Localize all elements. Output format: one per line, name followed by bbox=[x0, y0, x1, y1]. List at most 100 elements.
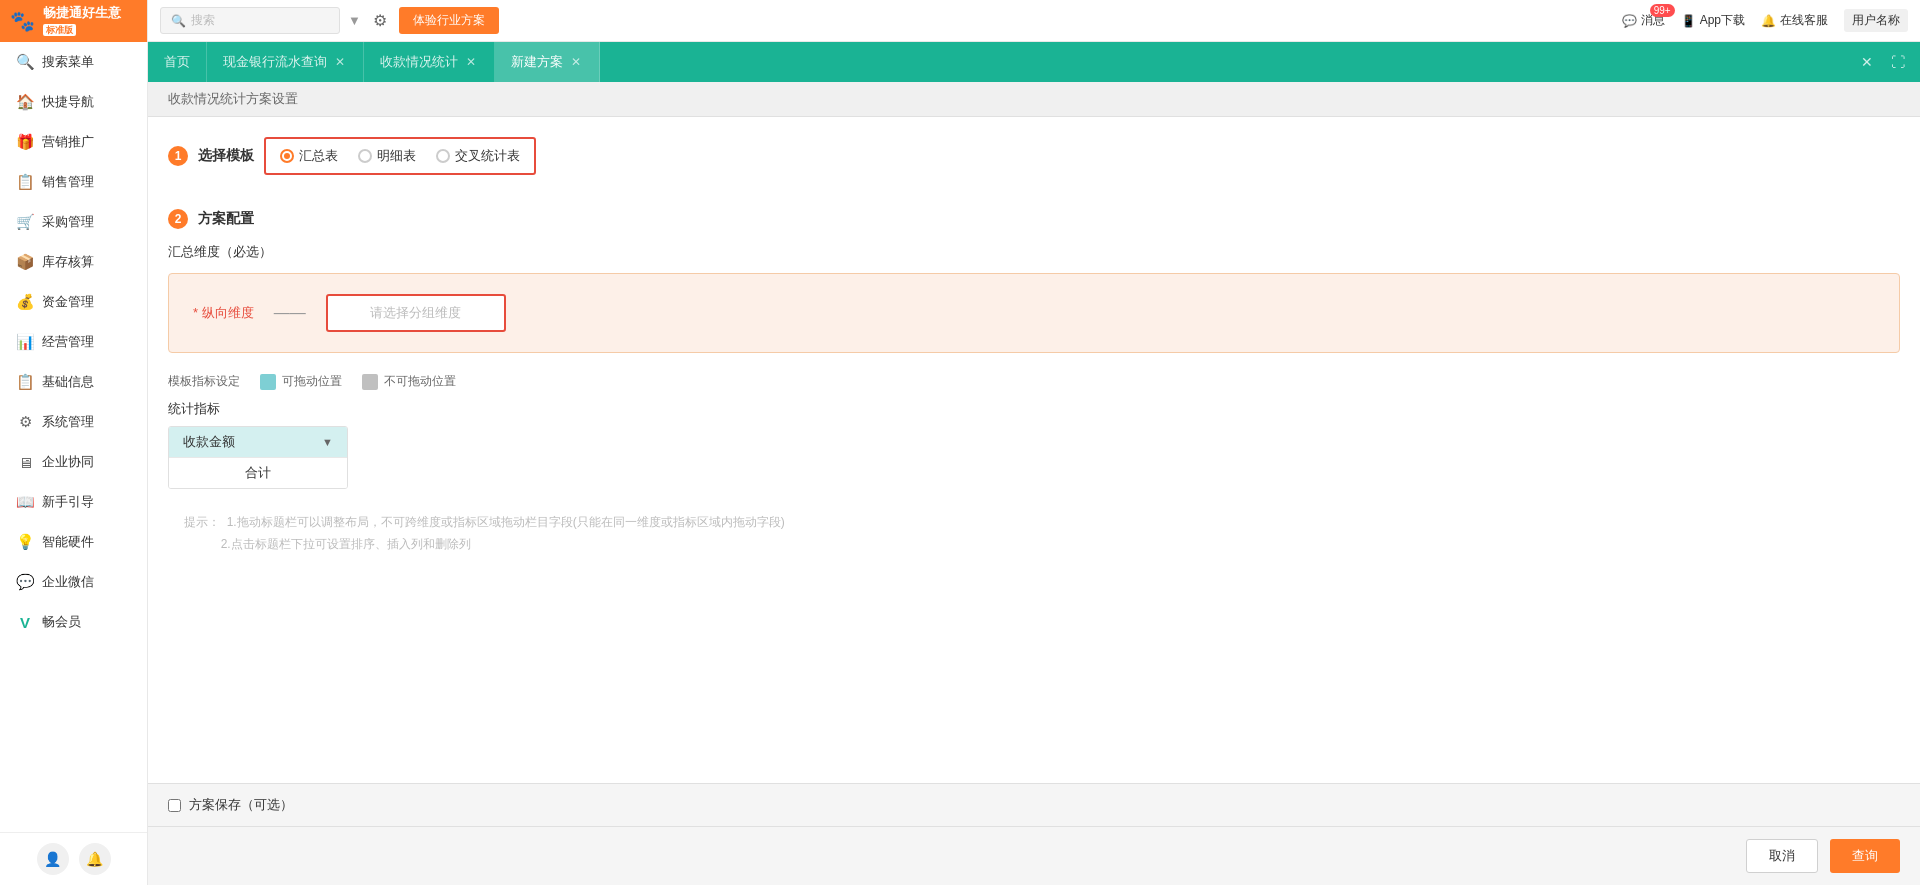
dimension-placeholder: 请选择分组维度 bbox=[370, 305, 461, 320]
sidebar-item-system[interactable]: ⚙ 系统管理 bbox=[0, 402, 147, 442]
settings-icon[interactable]: ⚙ bbox=[369, 7, 391, 34]
smart-hw-icon: 💡 bbox=[16, 533, 34, 551]
message-item[interactable]: 💬 消息 99+ bbox=[1622, 12, 1665, 29]
main-area: 🔍 搜索 ▼ ⚙ 体验行业方案 💬 消息 99+ 📱 App下载 🔔 在线客服 … bbox=[148, 0, 1920, 885]
sidebar-item-search-menu[interactable]: 🔍 搜索菜单 bbox=[0, 42, 147, 82]
tab-cash-bank-close[interactable]: ✕ bbox=[333, 55, 347, 69]
operations-icon: 📊 bbox=[16, 333, 34, 351]
radio-cross[interactable]: 交叉统计表 bbox=[436, 147, 520, 165]
cancel-button[interactable]: 取消 bbox=[1746, 839, 1818, 873]
sidebar-item-smart-hw[interactable]: 💡 智能硬件 bbox=[0, 522, 147, 562]
breadcrumb-text: 收款情况统计方案设置 bbox=[168, 91, 298, 106]
tab-home[interactable]: 首页 bbox=[148, 42, 207, 82]
sidebar-item-inventory[interactable]: 📦 库存核算 bbox=[0, 242, 147, 282]
radio-summary-label: 汇总表 bbox=[299, 147, 338, 165]
section-template: 1 选择模板 汇总表 明细表 交叉统计表 bbox=[168, 137, 1900, 189]
online-service-item[interactable]: 🔔 在线客服 bbox=[1761, 12, 1828, 29]
tip1: 提示： 1.拖动标题栏可以调整布局，不可跨维度或指标区域拖动栏目字段(只能在同一… bbox=[168, 512, 1900, 534]
save-label[interactable]: 方案保存（可选） bbox=[189, 796, 293, 814]
tab-new-plan[interactable]: 新建方案 ✕ bbox=[495, 42, 600, 82]
save-checkbox[interactable] bbox=[168, 799, 181, 812]
draggable-legend-box bbox=[260, 374, 276, 390]
purchase-icon: 🛒 bbox=[16, 213, 34, 231]
tab-new-plan-label: 新建方案 bbox=[511, 53, 563, 71]
sidebar-item-label: 营销推广 bbox=[42, 133, 94, 151]
row-dimension-label: 纵向维度 bbox=[193, 304, 254, 322]
legend-non-draggable: 不可拖动位置 bbox=[362, 373, 456, 390]
enterprise-icon: 🖥 bbox=[16, 454, 34, 471]
query-button[interactable]: 查询 bbox=[1830, 839, 1900, 873]
section2-title: 方案配置 bbox=[198, 210, 254, 228]
legend-draggable: 可拖动位置 bbox=[260, 373, 342, 390]
dimension-selector[interactable]: 请选择分组维度 bbox=[326, 294, 506, 332]
user-name: 用户名称 bbox=[1852, 13, 1900, 27]
sidebar-item-wechat[interactable]: 💬 企业微信 bbox=[0, 562, 147, 602]
finance-icon: 💰 bbox=[16, 293, 34, 311]
section1-num: 1 bbox=[168, 146, 188, 166]
radio-summary-circle bbox=[280, 149, 294, 163]
sidebar-item-label: 企业协同 bbox=[42, 453, 94, 471]
sidebar-item-label: 采购管理 bbox=[42, 213, 94, 231]
search-icon: 🔍 bbox=[171, 14, 186, 28]
topbar-dropdown-icon[interactable]: ▼ bbox=[348, 13, 361, 28]
sidebar-item-label: 基础信息 bbox=[42, 373, 94, 391]
indicator-header-text: 收款金额 bbox=[183, 433, 235, 451]
tab-new-plan-close[interactable]: ✕ bbox=[569, 55, 583, 69]
sidebar-item-member[interactable]: V 畅会员 bbox=[0, 602, 147, 642]
user-info[interactable]: 用户名称 bbox=[1844, 9, 1908, 32]
sidebar-item-marketing[interactable]: 🎁 营销推广 bbox=[0, 122, 147, 162]
topbar: 🔍 搜索 ▼ ⚙ 体验行业方案 💬 消息 99+ 📱 App下载 🔔 在线客服 … bbox=[148, 0, 1920, 42]
search-placeholder: 搜索 bbox=[191, 12, 215, 29]
sidebar-bottom: 👤 🔔 bbox=[0, 832, 147, 885]
tip2: 2.点击标题栏下拉可设置排序、插入列和删除列 bbox=[168, 534, 1900, 556]
app-download-label: App下载 bbox=[1700, 12, 1745, 29]
indicator-table-header[interactable]: 收款金额 ▼ bbox=[169, 427, 347, 457]
indicator-dropdown-arrow[interactable]: ▼ bbox=[322, 436, 333, 448]
sidebar-item-label: 企业微信 bbox=[42, 573, 94, 591]
sidebar-item-guide[interactable]: 📖 新手引导 bbox=[0, 482, 147, 522]
non-draggable-label: 不可拖动位置 bbox=[384, 373, 456, 390]
radio-summary[interactable]: 汇总表 bbox=[280, 147, 338, 165]
section2-num: 2 bbox=[168, 209, 188, 229]
tab-collection-stats-close[interactable]: ✕ bbox=[464, 55, 478, 69]
indicator-section-title: 模板指标设定 bbox=[168, 373, 240, 390]
indicator-header: 模板指标设定 可拖动位置 不可拖动位置 bbox=[168, 373, 1900, 390]
trial-btn[interactable]: 体验行业方案 bbox=[399, 7, 499, 34]
tab-collection-stats[interactable]: 收款情况统计 ✕ bbox=[364, 42, 495, 82]
tab-collection-stats-label: 收款情况统计 bbox=[380, 53, 458, 71]
sidebar-item-operations[interactable]: 📊 经营管理 bbox=[0, 322, 147, 362]
sales-icon: 📋 bbox=[16, 173, 34, 191]
sidebar-item-sales[interactable]: 📋 销售管理 bbox=[0, 162, 147, 202]
sidebar-item-quick-nav[interactable]: 🏠 快捷导航 bbox=[0, 82, 147, 122]
tab-home-label: 首页 bbox=[164, 53, 190, 71]
logo-text: 畅捷通好生意 bbox=[43, 5, 121, 21]
indicator-table: 收款金额 ▼ 合计 bbox=[168, 426, 348, 489]
radio-detail[interactable]: 明细表 bbox=[358, 147, 416, 165]
logo-badge: 标准版 bbox=[43, 24, 76, 36]
sidebar-item-label: 智能硬件 bbox=[42, 533, 94, 551]
tab-cash-bank[interactable]: 现金银行流水查询 ✕ bbox=[207, 42, 364, 82]
tab-maximize-icon[interactable]: ⛶ bbox=[1886, 51, 1910, 73]
content-area: 收款情况统计方案设置 1 选择模板 汇总表 明细表 bbox=[148, 82, 1920, 885]
app-download-item[interactable]: 📱 App下载 bbox=[1681, 12, 1745, 29]
radio-detail-label: 明细表 bbox=[377, 147, 416, 165]
page-body: 1 选择模板 汇总表 明细表 交叉统计表 bbox=[148, 117, 1920, 783]
radio-cross-circle bbox=[436, 149, 450, 163]
sidebar-item-purchase[interactable]: 🛒 采购管理 bbox=[0, 202, 147, 242]
sidebar-item-label: 畅会员 bbox=[42, 613, 81, 631]
tab-cash-bank-label: 现金银行流水查询 bbox=[223, 53, 327, 71]
wechat-icon: 💬 bbox=[16, 573, 34, 591]
dimension-area: 纵向维度 —— 请选择分组维度 bbox=[168, 273, 1900, 353]
gift-icon: 🎁 bbox=[16, 133, 34, 151]
online-service-label: 在线客服 bbox=[1780, 12, 1828, 29]
tab-close-all-icon[interactable]: ✕ bbox=[1856, 51, 1878, 73]
sidebar-item-finance[interactable]: 💰 资金管理 bbox=[0, 282, 147, 322]
sidebar-item-basic-info[interactable]: 📋 基础信息 bbox=[0, 362, 147, 402]
sidebar-avatar-2[interactable]: 🔔 bbox=[79, 843, 111, 875]
section-config: 2 方案配置 汇总维度（必选） 纵向维度 —— 请选择分组维度 模板指标设定 bbox=[168, 209, 1900, 555]
subsection-title: 汇总维度（必选） bbox=[168, 243, 1900, 261]
sidebar-item-enterprise[interactable]: 🖥 企业协同 bbox=[0, 442, 147, 482]
tips-section: 提示： 1.拖动标题栏可以调整布局，不可跨维度或指标区域拖动栏目字段(只能在同一… bbox=[168, 512, 1900, 555]
system-icon: ⚙ bbox=[16, 413, 34, 431]
sidebar-avatar-1[interactable]: 👤 bbox=[37, 843, 69, 875]
